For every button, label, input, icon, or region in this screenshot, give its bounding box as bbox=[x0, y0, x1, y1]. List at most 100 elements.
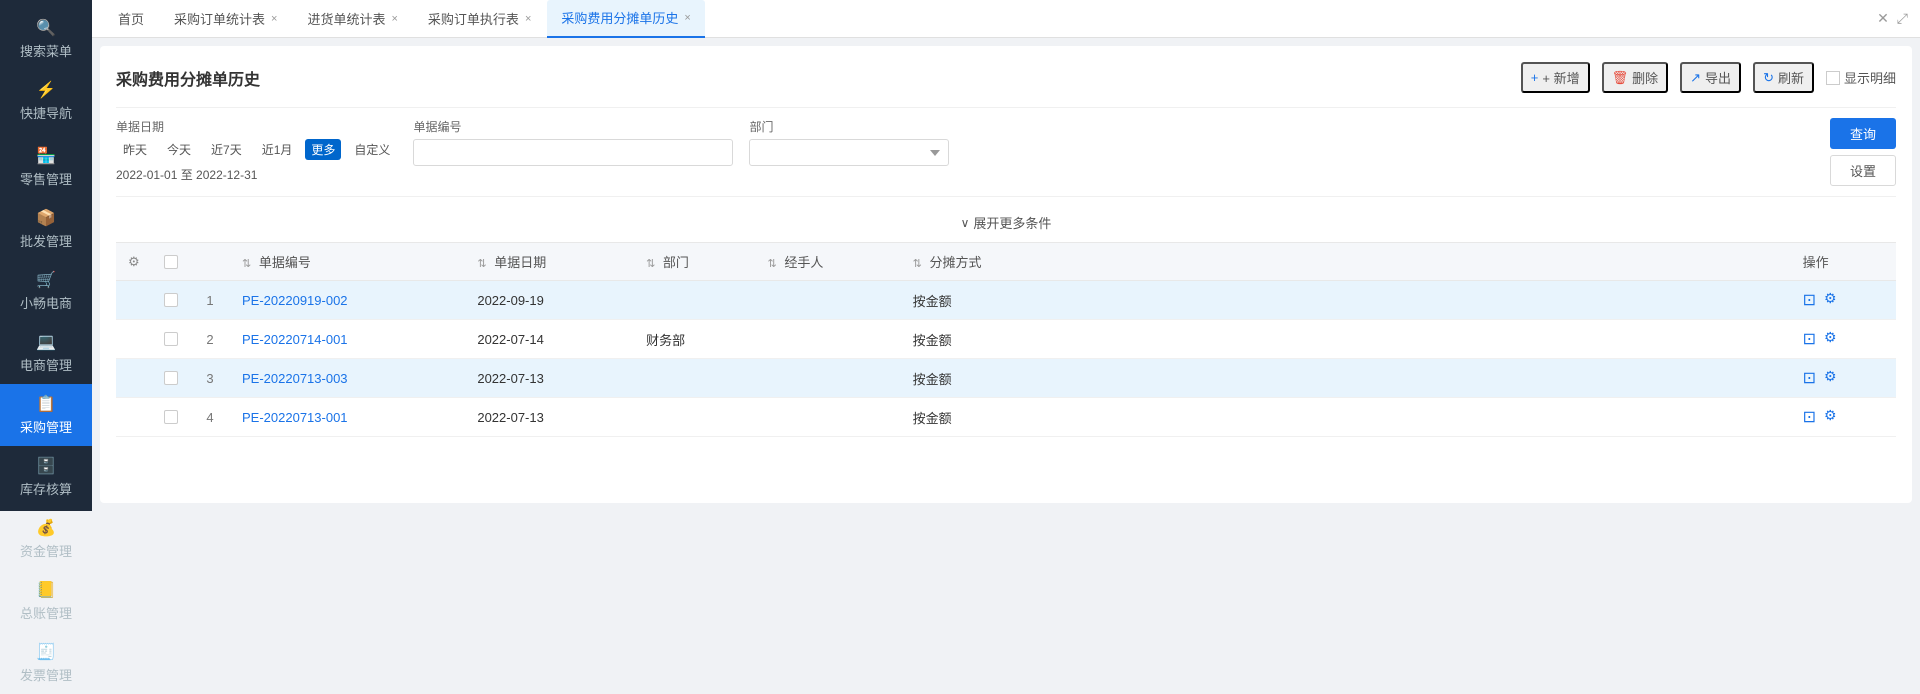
row-checkbox-2[interactable] bbox=[164, 371, 178, 385]
quick-nav-icon: ⚡ bbox=[36, 80, 56, 100]
th-settings: ⚙ bbox=[116, 243, 152, 281]
sort-icon: ⇅ bbox=[242, 258, 251, 270]
edit-btn-1[interactable]: ⚙ bbox=[1824, 329, 1837, 349]
close-tab-purchase-cost-history[interactable]: × bbox=[684, 12, 690, 24]
close-tab-inbound-stats[interactable]: × bbox=[391, 13, 397, 25]
delete-button[interactable]: 🗑 删除 bbox=[1602, 62, 1669, 93]
doc-no-link-0[interactable]: PE-20220919-002 bbox=[242, 293, 348, 308]
td-dept-1: 财务部 bbox=[634, 320, 755, 359]
tab-purchase-order-stats[interactable]: 采购订单统计表 × bbox=[160, 0, 291, 38]
yesterday-btn[interactable]: 昨天 bbox=[116, 139, 154, 160]
sidebar-item-wholesale[interactable]: 📦 批发管理 bbox=[0, 198, 92, 260]
td-settings-2 bbox=[116, 359, 152, 398]
view-btn-2[interactable]: ⊡ bbox=[1803, 368, 1816, 388]
ecommerce-icon: 💻 bbox=[36, 332, 56, 352]
th-num bbox=[190, 243, 230, 281]
sidebar-item-invoice[interactable]: 🧾 发票管理 bbox=[0, 632, 92, 694]
tab-purchase-cost-history-label: 采购费用分摊单历史 bbox=[561, 8, 678, 27]
query-button[interactable]: 查询 bbox=[1830, 118, 1896, 149]
invoice-icon: 🧾 bbox=[36, 642, 56, 662]
edit-btn-3[interactable]: ⚙ bbox=[1824, 407, 1837, 427]
td-num-2: 3 bbox=[190, 359, 230, 398]
td-dept-3 bbox=[634, 398, 755, 437]
th-check bbox=[152, 243, 190, 281]
date-filter-label: 单据日期 bbox=[116, 118, 397, 135]
table-row: 1 PE-20220919-002 2022-09-19 按金额 ⊡ ⚙ bbox=[116, 281, 1896, 320]
td-num-3: 4 bbox=[190, 398, 230, 437]
view-btn-0[interactable]: ⊡ bbox=[1803, 290, 1816, 310]
close-all-tabs-icon[interactable]: ✕ bbox=[1877, 10, 1889, 27]
td-split-method-1: 按金额 bbox=[901, 320, 1791, 359]
row-checkbox-0[interactable] bbox=[164, 293, 178, 307]
sidebar-item-label: 总账管理 bbox=[20, 603, 72, 622]
td-doc-date-1: 2022-07-14 bbox=[465, 320, 634, 359]
sidebar-item-quick-nav[interactable]: ⚡ 快捷导航 bbox=[0, 70, 92, 132]
show-columns-checkbox[interactable]: 显示明细 bbox=[1826, 68, 1896, 87]
doc-no-input[interactable] bbox=[413, 139, 733, 166]
page-header: 采购费用分摊单历史 + + 新增 🗑 删除 ↗ 导出 ↻ 刷新 bbox=[116, 62, 1896, 93]
sort-icon: ⇅ bbox=[646, 258, 655, 270]
td-settings-1 bbox=[116, 320, 152, 359]
sidebar-item-label: 资金管理 bbox=[20, 541, 72, 560]
sidebar-item-search[interactable]: 🔍 搜索菜单 bbox=[0, 8, 92, 70]
close-tab-purchase-order-exec[interactable]: × bbox=[525, 13, 531, 25]
td-handler-1 bbox=[756, 320, 901, 359]
sidebar-item-label: 电商管理 bbox=[20, 355, 72, 374]
sidebar-item-finance[interactable]: 💰 资金管理 bbox=[0, 508, 92, 570]
ledger-icon: 📒 bbox=[36, 580, 56, 600]
wholesale-icon: 📦 bbox=[36, 208, 56, 228]
sidebar-item-inventory[interactable]: 🗄️ 库存核算 bbox=[0, 446, 92, 508]
export-button[interactable]: ↗ 导出 bbox=[1680, 62, 1741, 93]
dept-label: 部门 bbox=[749, 118, 949, 135]
filter-row: 单据日期 昨天 今天 近7天 近1月 更多 自定义 2022-01-01 至 2… bbox=[116, 107, 1896, 197]
data-table: ⚙ ⇅ 单据编号 ⇅ bbox=[116, 242, 1896, 437]
settings-icon[interactable]: ⚙ bbox=[128, 254, 140, 269]
th-split-method: ⇅ 分摊方式 bbox=[901, 243, 1791, 281]
more-dates-btn[interactable]: 更多 bbox=[305, 139, 341, 160]
td-ops-2: ⊡ ⚙ bbox=[1791, 359, 1896, 398]
table-row: 4 PE-20220713-001 2022-07-13 按金额 ⊡ ⚙ bbox=[116, 398, 1896, 437]
add-button[interactable]: + + 新增 bbox=[1521, 62, 1590, 93]
custom-date-btn[interactable]: 自定义 bbox=[347, 139, 397, 160]
td-doc-date-3: 2022-07-13 bbox=[465, 398, 634, 437]
edit-btn-0[interactable]: ⚙ bbox=[1824, 290, 1837, 310]
sidebar-item-ecommerce[interactable]: 💻 电商管理 bbox=[0, 322, 92, 384]
tab-home[interactable]: 首页 bbox=[104, 0, 158, 38]
sidebar-item-mini-shop[interactable]: 🛒 小畅电商 bbox=[0, 260, 92, 322]
doc-no-link-3[interactable]: PE-20220713-001 bbox=[242, 410, 348, 425]
sidebar-item-retail[interactable]: 🏪 零售管理 bbox=[0, 136, 92, 198]
setting-button[interactable]: 设置 bbox=[1830, 155, 1896, 186]
tab-purchase-order-exec[interactable]: 采购订单执行表 × bbox=[414, 0, 545, 38]
last1month-btn[interactable]: 近1月 bbox=[255, 139, 300, 160]
sidebar-item-purchase[interactable]: 📋 采购管理 bbox=[0, 384, 92, 446]
sort-icon: ⇅ bbox=[768, 258, 777, 270]
view-btn-1[interactable]: ⊡ bbox=[1803, 329, 1816, 349]
view-btn-3[interactable]: ⊡ bbox=[1803, 407, 1816, 427]
doc-no-link-1[interactable]: PE-20220714-001 bbox=[242, 332, 348, 347]
purchase-icon: 📋 bbox=[36, 394, 56, 414]
tab-purchase-cost-history[interactable]: 采购费用分摊单历史 × bbox=[547, 0, 704, 38]
td-doc-no-0: PE-20220919-002 bbox=[230, 281, 465, 320]
td-split-method-2: 按金额 bbox=[901, 359, 1791, 398]
refresh-button[interactable]: ↻ 刷新 bbox=[1753, 62, 1814, 93]
today-btn[interactable]: 今天 bbox=[160, 139, 198, 160]
delete-icon: 🗑 bbox=[1612, 70, 1629, 86]
doc-no-link-2[interactable]: PE-20220713-003 bbox=[242, 371, 348, 386]
td-split-method-0: 按金额 bbox=[901, 281, 1791, 320]
dept-select[interactable]: 财务部 bbox=[749, 139, 949, 166]
row-checkbox-1[interactable] bbox=[164, 332, 178, 346]
td-doc-no-2: PE-20220713-003 bbox=[230, 359, 465, 398]
edit-btn-2[interactable]: ⚙ bbox=[1824, 368, 1837, 388]
header-actions: + + 新增 🗑 删除 ↗ 导出 ↻ 刷新 显示明细 bbox=[1521, 62, 1896, 93]
check-all-checkbox[interactable] bbox=[164, 255, 178, 269]
expand-window-icon[interactable]: ⤢ bbox=[1897, 10, 1908, 27]
last7days-btn[interactable]: 近7天 bbox=[204, 139, 249, 160]
sidebar-item-label: 零售管理 bbox=[20, 169, 72, 188]
row-checkbox-3[interactable] bbox=[164, 410, 178, 424]
sidebar-item-label: 批发管理 bbox=[20, 231, 72, 250]
close-tab-purchase-order-stats[interactable]: × bbox=[271, 13, 277, 25]
tab-purchase-order-exec-label: 采购订单执行表 bbox=[428, 9, 519, 28]
expand-more-conditions[interactable]: ∨ 展开更多条件 bbox=[116, 209, 1896, 236]
tab-inbound-stats[interactable]: 进货单统计表 × bbox=[293, 0, 411, 38]
sidebar-item-ledger[interactable]: 📒 总账管理 bbox=[0, 570, 92, 632]
